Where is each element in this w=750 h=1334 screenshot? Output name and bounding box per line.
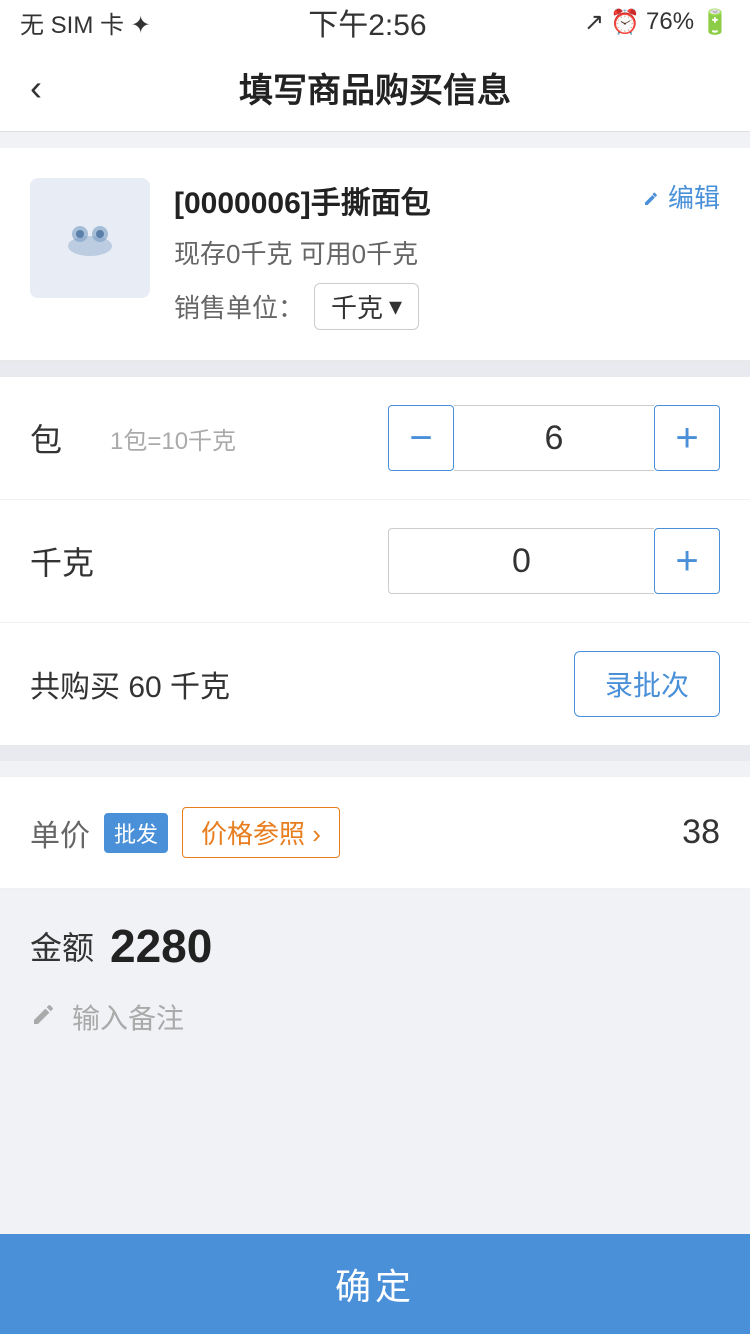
chevron-down-icon: ▾ (389, 291, 402, 322)
status-right: ↗ ⏰ 76% 🔋 (584, 8, 730, 37)
back-button[interactable]: ‹ (30, 67, 42, 109)
price-label: 单价 (30, 811, 90, 855)
separator-1 (0, 361, 750, 377)
nav-bar: ‹ 填写商品购买信息 (0, 44, 750, 132)
edit-button[interactable]: 编辑 (642, 178, 720, 215)
kg-input[interactable] (388, 528, 654, 594)
sim-status: 无 SIM 卡 ✦ (20, 5, 151, 40)
amount-label: 金额 (30, 923, 94, 969)
bag-input-row: 包 1包=10千克 − + (0, 377, 750, 500)
separator-2 (0, 745, 750, 761)
bag-decrease-button[interactable]: − (388, 405, 454, 471)
bag-controls: − + (388, 405, 720, 471)
battery-icon: 🔋 (700, 8, 730, 37)
kg-controls: + (388, 528, 720, 594)
kg-input-row: 千克 + (0, 500, 750, 623)
remark-row[interactable]: 输入备注 (30, 997, 720, 1037)
amount-row: 金额 2280 (30, 919, 720, 973)
product-image (30, 178, 150, 298)
total-text: 共购买 60 千克 (30, 662, 230, 706)
page-title: 填写商品购买信息 (239, 63, 511, 112)
product-stock: 现存0千克 可用0千克 (174, 234, 720, 271)
price-ref-button[interactable]: 价格参照 › (182, 807, 340, 858)
bag-input[interactable] (454, 405, 654, 471)
kg-label: 千克 (30, 538, 94, 584)
batch-tag: 批发 (104, 813, 168, 853)
confirm-button[interactable]: 确定 (0, 1234, 750, 1334)
product-card: [0000006]手撕面包 编辑 现存0千克 可用0千克 销售单位： 千克 ▾ (0, 148, 750, 361)
battery-text: 76% (646, 8, 694, 36)
bag-input-section: 包 1包=10千克 − + 千克 + (0, 377, 750, 623)
price-value: 38 (682, 813, 720, 852)
price-left: 单价 批发 价格参照 › (30, 807, 340, 858)
status-time: 下午2:56 (308, 0, 426, 44)
bag-increase-button[interactable]: + (654, 405, 720, 471)
status-left: 无 SIM 卡 ✦ (20, 5, 151, 40)
batch-button[interactable]: 录批次 (574, 651, 720, 717)
total-row: 共购买 60 千克 录批次 (0, 623, 750, 745)
price-section: 单价 批发 价格参照 › 38 (0, 777, 750, 889)
remark-placeholder: 输入备注 (72, 997, 184, 1037)
kg-increase-button[interactable]: + (654, 528, 720, 594)
product-unit: 销售单位： 千克 ▾ (174, 283, 720, 330)
unit-select[interactable]: 千克 ▾ (314, 283, 419, 330)
bag-label: 包 (30, 415, 90, 461)
alarm-icon: ⏰ (610, 8, 640, 37)
product-name: [0000006]手撕面包 (174, 178, 431, 222)
product-info: [0000006]手撕面包 编辑 现存0千克 可用0千克 销售单位： 千克 ▾ (174, 178, 720, 330)
pencil-icon (30, 1000, 58, 1035)
bag-hint: 1包=10千克 (110, 421, 368, 456)
location-icon: ↗ (584, 8, 604, 37)
amount-value: 2280 (110, 919, 212, 973)
amount-section: 金额 2280 输入备注 (0, 889, 750, 1229)
status-bar: 无 SIM 卡 ✦ 下午2:56 ↗ ⏰ 76% 🔋 (0, 0, 750, 44)
